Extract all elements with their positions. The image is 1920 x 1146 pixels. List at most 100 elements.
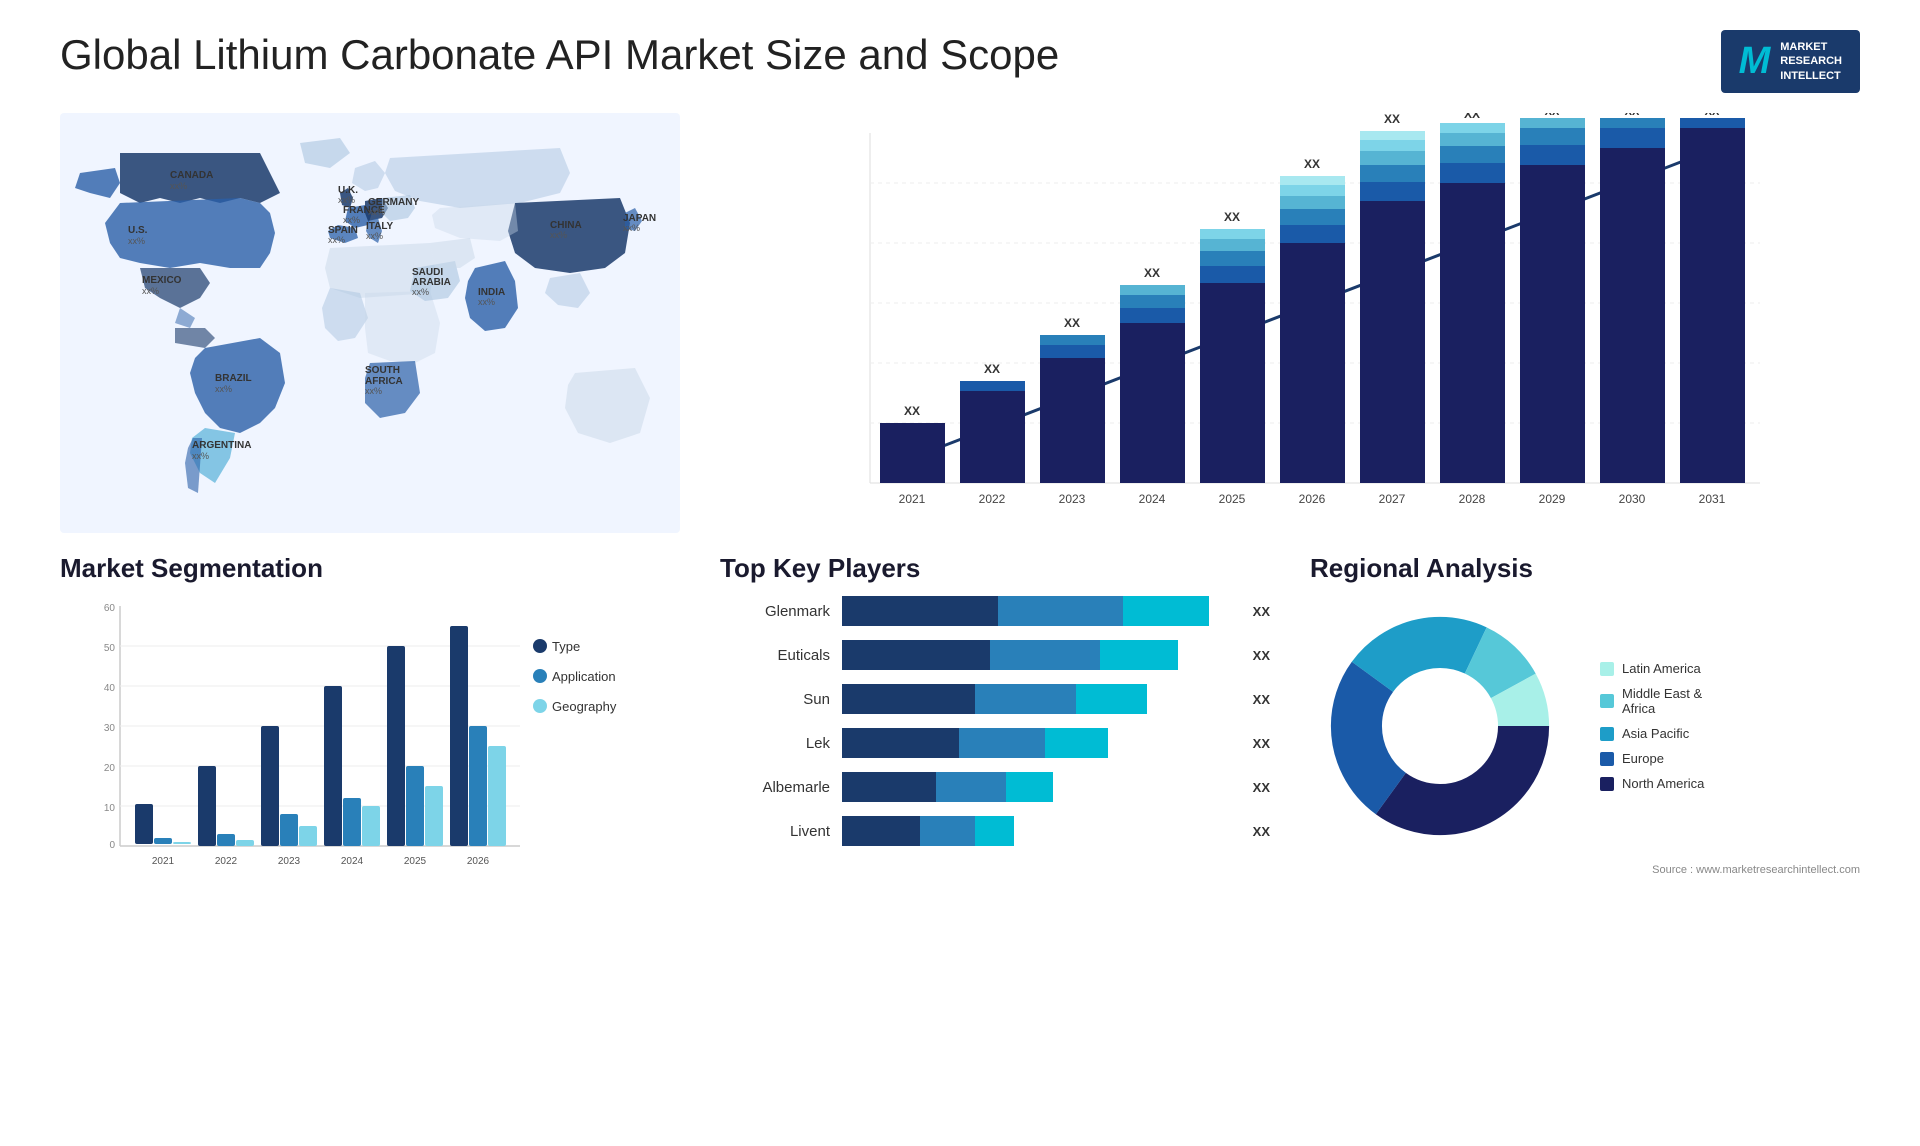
player-bar-albemarle — [842, 772, 1233, 802]
player-bar-mid-glenmark — [998, 596, 1123, 626]
player-bar-light-livent — [975, 816, 1014, 846]
player-name-albemarle: Albemarle — [720, 779, 830, 796]
legend-label-apac: Asia Pacific — [1622, 726, 1689, 741]
source-text: Source : www.marketresearchintellect.com — [1310, 864, 1860, 876]
logo-line2: RESEARCH — [1780, 54, 1842, 68]
player-bar-lek — [842, 728, 1233, 758]
player-xx-euticals: XX — [1253, 648, 1270, 663]
map-val-canada: xx% — [170, 181, 187, 191]
player-bar-livent — [842, 816, 1233, 846]
map-section: CANADA xx% U.S. xx% MEXICO xx% BRAZIL xx… — [60, 113, 680, 533]
svg-text:2022: 2022 — [215, 856, 238, 867]
map-label-southafrica: SOUTH — [365, 365, 400, 376]
logo-m-icon: M — [1739, 40, 1771, 83]
player-xx-albemarle: XX — [1253, 780, 1270, 795]
player-bar-light-glenmark — [1123, 596, 1209, 626]
map-val-brazil: xx% — [215, 384, 232, 394]
svg-text:60: 60 — [104, 603, 116, 614]
map-val-germany: xx% — [368, 207, 385, 217]
player-row-lek: Lek XX — [720, 728, 1270, 758]
svg-text:XX: XX — [1144, 266, 1160, 280]
logo-line1: MARKET — [1780, 40, 1842, 54]
map-label-brazil: BRAZIL — [215, 373, 252, 384]
player-bar-light-euticals — [1100, 640, 1178, 670]
player-bar-dark-albemarle — [842, 772, 936, 802]
main-grid: CANADA xx% U.S. xx% MEXICO xx% BRAZIL xx… — [60, 113, 1860, 896]
svg-text:20: 20 — [104, 763, 116, 774]
svg-text:2021: 2021 — [899, 492, 926, 506]
legend-label-na: North America — [1622, 776, 1704, 791]
svg-text:2025: 2025 — [1219, 492, 1246, 506]
player-bar-light-lek — [1045, 728, 1108, 758]
legend-color-apac — [1600, 727, 1614, 741]
svg-text:XX: XX — [1625, 113, 1640, 118]
logo-line3: INTELLECT — [1780, 69, 1842, 83]
svg-text:2024: 2024 — [1139, 492, 1166, 506]
player-bar-dark-lek — [842, 728, 959, 758]
player-bar-mid-sun — [975, 684, 1077, 714]
svg-text:XX: XX — [1545, 113, 1560, 118]
regional-legend: Latin America Middle East &Africa Asia P… — [1600, 661, 1704, 791]
svg-text:2026: 2026 — [1299, 492, 1326, 506]
map-val-mexico: xx% — [142, 286, 159, 296]
bar-chart-svg: XX 2021 XX 2022 XX 2023 — [720, 113, 1860, 533]
player-bar-glenmark — [842, 596, 1233, 626]
svg-text:XX: XX — [1224, 210, 1240, 224]
player-xx-sun: XX — [1253, 692, 1270, 707]
svg-text:XX: XX — [1304, 157, 1320, 171]
legend-color-europe — [1600, 752, 1614, 766]
player-bar-mid-euticals — [990, 640, 1099, 670]
svg-text:2023: 2023 — [1059, 492, 1086, 506]
svg-text:2026: 2026 — [467, 856, 490, 867]
player-bar-mid-livent — [920, 816, 975, 846]
svg-text:2027: 2027 — [1379, 492, 1406, 506]
segmentation-svg: 60 50 40 30 20 10 0 — [60, 596, 680, 896]
map-val-spain: xx% — [328, 235, 345, 245]
map-val-argentina: xx% — [192, 451, 209, 461]
map-val-saudi: xx% — [412, 287, 429, 297]
player-row-glenmark: Glenmark XX — [720, 596, 1270, 626]
svg-text:2022: 2022 — [979, 492, 1006, 506]
player-row-sun: Sun XX — [720, 684, 1270, 714]
map-val-italy: xx% — [366, 231, 383, 241]
map-label-argentina: ARGENTINA — [192, 440, 251, 451]
player-bar-sun — [842, 684, 1233, 714]
svg-text:10: 10 — [104, 803, 116, 814]
map-label-mexico: MEXICO — [142, 275, 182, 286]
svg-text:XX: XX — [1464, 113, 1480, 121]
player-bar-dark-sun — [842, 684, 975, 714]
logo-box: M MARKET RESEARCH INTELLECT — [1721, 30, 1860, 93]
legend-north-america: North America — [1600, 776, 1704, 791]
players-section: Top Key Players Glenmark XX Euticals — [720, 553, 1270, 896]
page-title: Global Lithium Carbonate API Market Size… — [60, 30, 1059, 80]
map-val-india: xx% — [478, 297, 495, 307]
player-row-albemarle: Albemarle XX — [720, 772, 1270, 802]
page-container: Global Lithium Carbonate API Market Size… — [0, 0, 1920, 1146]
player-name-glenmark: Glenmark — [720, 603, 830, 620]
player-xx-livent: XX — [1253, 824, 1270, 839]
map-val-france: xx% — [343, 215, 360, 225]
map-label-canada: CANADA — [170, 170, 213, 181]
player-bar-dark-livent — [842, 816, 920, 846]
regional-title: Regional Analysis — [1310, 553, 1860, 584]
player-bar-mid-lek — [959, 728, 1045, 758]
legend-europe: Europe — [1600, 751, 1704, 766]
svg-text:Application: Application — [552, 669, 616, 684]
svg-text:XX: XX — [1705, 113, 1720, 118]
svg-text:2024: 2024 — [341, 856, 364, 867]
player-bar-light-albemarle — [1006, 772, 1053, 802]
seg-chart-container: 60 50 40 30 20 10 0 — [60, 596, 680, 896]
player-row-livent: Livent XX — [720, 816, 1270, 846]
players-title: Top Key Players — [720, 553, 1270, 584]
legend-label-europe: Europe — [1622, 751, 1664, 766]
legend-color-latin — [1600, 662, 1614, 676]
player-bar-dark-glenmark — [842, 596, 998, 626]
svg-text:2029: 2029 — [1539, 492, 1566, 506]
svg-text:XX: XX — [1064, 316, 1080, 330]
svg-text:Geography: Geography — [552, 699, 617, 714]
player-name-livent: Livent — [720, 823, 830, 840]
svg-text:2021: 2021 — [152, 856, 175, 867]
player-bar-mid-albemarle — [936, 772, 1006, 802]
map-val-uk: xx% — [338, 195, 355, 205]
map-label-us: U.S. — [128, 225, 148, 236]
